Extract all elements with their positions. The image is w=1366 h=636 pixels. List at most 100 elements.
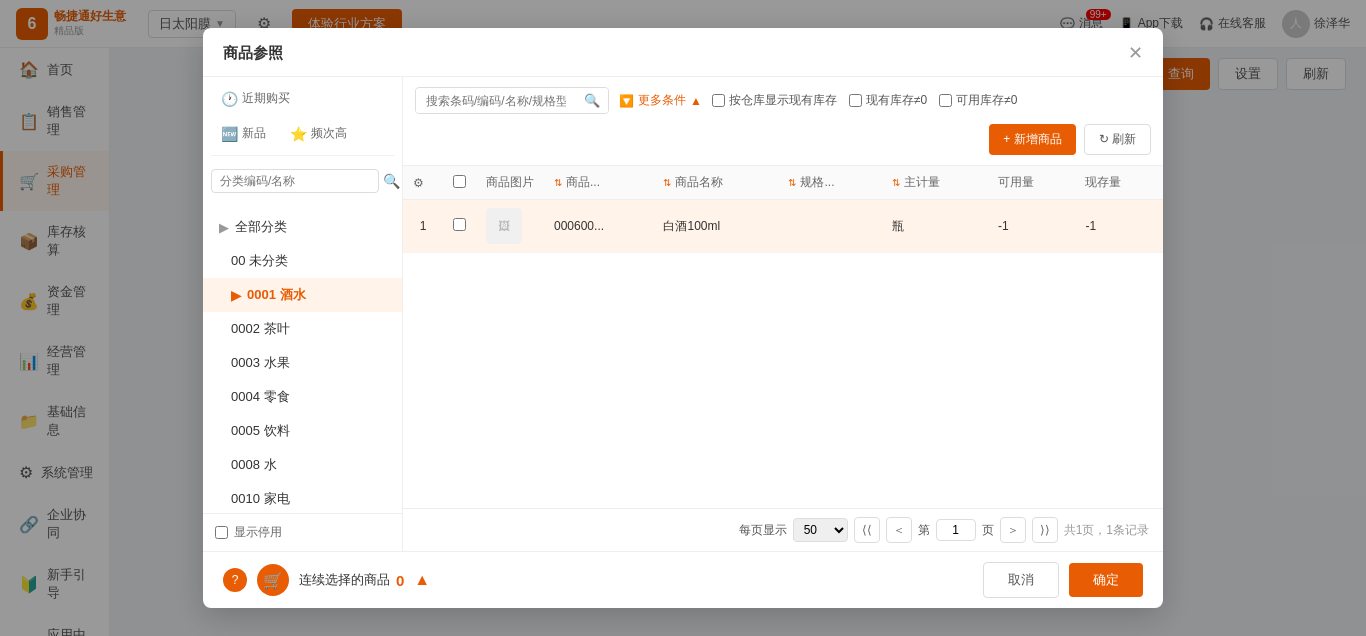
th-unit: ⇅ 主计量 bbox=[882, 166, 988, 200]
tree-item-water[interactable]: 0008 水 bbox=[203, 448, 402, 482]
filter-icon: 🔽 bbox=[619, 94, 634, 108]
modal-body: 🕐 近期购买 🆕 新品 ⭐ 频次高 bbox=[203, 77, 1163, 551]
tab-recent-purchase[interactable]: 🕐 近期购买 bbox=[211, 85, 300, 112]
tree-label-beverage: 0005 饮料 bbox=[231, 422, 290, 440]
th-settings: ⚙ bbox=[403, 166, 443, 200]
chevron-up-icon: ▲ bbox=[690, 94, 702, 108]
sort-icon-spec: ⇅ bbox=[788, 177, 796, 188]
pagination: 每页显示 50 100 200 ⟨⟨ ＜ 第 页 ＞ ⟩⟩ bbox=[403, 508, 1163, 551]
page-info: 共1页，1条记录 bbox=[1064, 522, 1149, 539]
left-panel: 🕐 近期购买 🆕 新品 ⭐ 频次高 bbox=[203, 77, 403, 551]
help-button[interactable]: ? bbox=[223, 568, 247, 592]
table-body: 1 🖼 000600... 白酒100ml bbox=[403, 200, 1163, 253]
category-search: 🔍 « bbox=[203, 156, 402, 206]
tree-item-tea[interactable]: 0002 茶叶 bbox=[203, 312, 402, 346]
last-page-button[interactable]: ⟩⟩ bbox=[1032, 517, 1058, 543]
search-icon[interactable]: 🔍 bbox=[383, 173, 400, 189]
cell-unit: 瓶 bbox=[882, 200, 988, 253]
checkbox-warehouse[interactable]: 按仓库显示现有库存 bbox=[712, 92, 837, 109]
tree-item-all[interactable]: ▶ 全部分类 bbox=[203, 210, 402, 244]
product-search-input[interactable] bbox=[416, 89, 576, 113]
product-image: 🖼 bbox=[486, 208, 522, 244]
checkbox-warehouse-input[interactable] bbox=[712, 94, 725, 107]
table-header-row: ⚙ 商品图片 bbox=[403, 166, 1163, 200]
right-toolbar: 🔍 🔽 更多条件 ▲ 按仓库显示现有库存 bbox=[403, 77, 1163, 166]
tree-label-appliance: 0010 家电 bbox=[231, 490, 290, 508]
tree-arrow-liquor: ▶ bbox=[231, 288, 241, 303]
checkbox-available-nonzero[interactable]: 可用库存≠0 bbox=[939, 92, 1017, 109]
toolbar-right: + 新增商品 ↻ 刷新 bbox=[989, 124, 1151, 155]
table-row[interactable]: 1 🖼 000600... 白酒100ml bbox=[403, 200, 1163, 253]
tab-new-product[interactable]: 🆕 新品 bbox=[211, 120, 276, 147]
add-product-button[interactable]: + 新增商品 bbox=[989, 124, 1075, 155]
page-label2: 页 bbox=[982, 522, 994, 539]
sort-icon: ⇅ bbox=[554, 177, 562, 188]
page-input[interactable] bbox=[936, 519, 976, 541]
right-panel: 🔍 🔽 更多条件 ▲ 按仓库显示现有库存 bbox=[403, 77, 1163, 551]
next-page-button[interactable]: ＞ bbox=[1000, 517, 1026, 543]
th-spec: ⇅ 规格... bbox=[778, 166, 881, 200]
new-icon: 🆕 bbox=[221, 126, 238, 142]
clock-icon: 🕐 bbox=[221, 91, 238, 107]
first-page-button[interactable]: ⟨⟨ bbox=[854, 517, 880, 543]
tree-item-beverage[interactable]: 0005 饮料 bbox=[203, 414, 402, 448]
checkbox-stock-nonzero[interactable]: 现有库存≠0 bbox=[849, 92, 927, 109]
modal-overlay: 商品参照 ✕ 🕐 近期购买 🆕 新品 ⭐ bbox=[0, 0, 1366, 636]
star-icon: ⭐ bbox=[290, 126, 307, 142]
checkbox-available-label: 可用库存≠0 bbox=[956, 92, 1017, 109]
tree-arrow-all: ▶ bbox=[219, 220, 229, 235]
table-head: ⚙ 商品图片 bbox=[403, 166, 1163, 200]
page-label: 第 bbox=[918, 522, 930, 539]
tree-label-uncategorized: 00 未分类 bbox=[231, 252, 288, 270]
tab-recent-label: 近期购买 bbox=[242, 90, 290, 107]
tab-frequent[interactable]: ⭐ 频次高 bbox=[280, 120, 357, 147]
tree-label-snack: 0004 零食 bbox=[231, 388, 290, 406]
th-stock: 现存量 bbox=[1075, 166, 1163, 200]
refresh-label: 刷新 bbox=[1112, 132, 1136, 146]
prev-page-button[interactable]: ＜ bbox=[886, 517, 912, 543]
category-search-input[interactable] bbox=[211, 169, 379, 193]
product-table: ⚙ 商品图片 bbox=[403, 166, 1163, 253]
refresh-icon: ↻ bbox=[1099, 132, 1109, 146]
page-size-label: 每页显示 bbox=[739, 522, 787, 539]
more-filter-button[interactable]: 🔽 更多条件 ▲ bbox=[619, 92, 702, 109]
filter-checkboxes: 按仓库显示现有库存 现有库存≠0 可用库存≠0 bbox=[712, 92, 1018, 109]
cart-icon[interactable]: 🛒 bbox=[257, 564, 289, 596]
cancel-button[interactable]: 取消 bbox=[983, 562, 1059, 598]
tree-item-snack[interactable]: 0004 零食 bbox=[203, 380, 402, 414]
th-checkbox bbox=[443, 166, 476, 200]
refresh-button[interactable]: ↻ 刷新 bbox=[1084, 124, 1151, 155]
product-table-wrap: ⚙ 商品图片 bbox=[403, 166, 1163, 508]
filter-label: 更多条件 bbox=[638, 92, 686, 109]
page-size-select: 50 100 200 bbox=[793, 518, 848, 542]
checkbox-available-input[interactable] bbox=[939, 94, 952, 107]
cell-available: -1 bbox=[988, 200, 1076, 253]
cell-checkbox bbox=[443, 200, 476, 253]
tree-item-fruit[interactable]: 0003 水果 bbox=[203, 346, 402, 380]
th-product-img: 商品图片 bbox=[476, 166, 544, 200]
checkbox-stock-label: 现有库存≠0 bbox=[866, 92, 927, 109]
th-product-name: ⇅ 商品名称 bbox=[653, 166, 778, 200]
tree-item-appliance[interactable]: 0010 家电 bbox=[203, 482, 402, 513]
tree-label-all: 全部分类 bbox=[235, 218, 287, 236]
checkbox-stock-input[interactable] bbox=[849, 94, 862, 107]
tree-label-tea: 0002 茶叶 bbox=[231, 320, 290, 338]
confirm-button[interactable]: 确定 bbox=[1069, 563, 1143, 597]
show-disabled-checkbox[interactable] bbox=[215, 526, 228, 539]
product-search-icon[interactable]: 🔍 bbox=[576, 88, 608, 113]
checkbox-warehouse-label: 按仓库显示现有库存 bbox=[729, 92, 837, 109]
cart-count: 0 bbox=[396, 572, 404, 589]
left-panel-footer: 显示停用 bbox=[203, 513, 402, 551]
th-available: 可用量 bbox=[988, 166, 1076, 200]
row-checkbox[interactable] bbox=[453, 218, 466, 231]
tree-item-liquor[interactable]: ▶ 0001 酒水 bbox=[203, 278, 402, 312]
cell-code: 000600... bbox=[544, 200, 653, 253]
page-size-dropdown[interactable]: 50 100 200 bbox=[793, 518, 848, 542]
settings-icon[interactable]: ⚙ bbox=[413, 176, 424, 190]
select-all-checkbox[interactable] bbox=[453, 175, 466, 188]
modal-close-button[interactable]: ✕ bbox=[1128, 42, 1143, 64]
cell-index: 1 bbox=[403, 200, 443, 253]
modal-header: 商品参照 ✕ bbox=[203, 28, 1163, 77]
tree-item-uncategorized[interactable]: 00 未分类 bbox=[203, 244, 402, 278]
collapse-cart-icon[interactable]: ▲ bbox=[414, 571, 430, 589]
